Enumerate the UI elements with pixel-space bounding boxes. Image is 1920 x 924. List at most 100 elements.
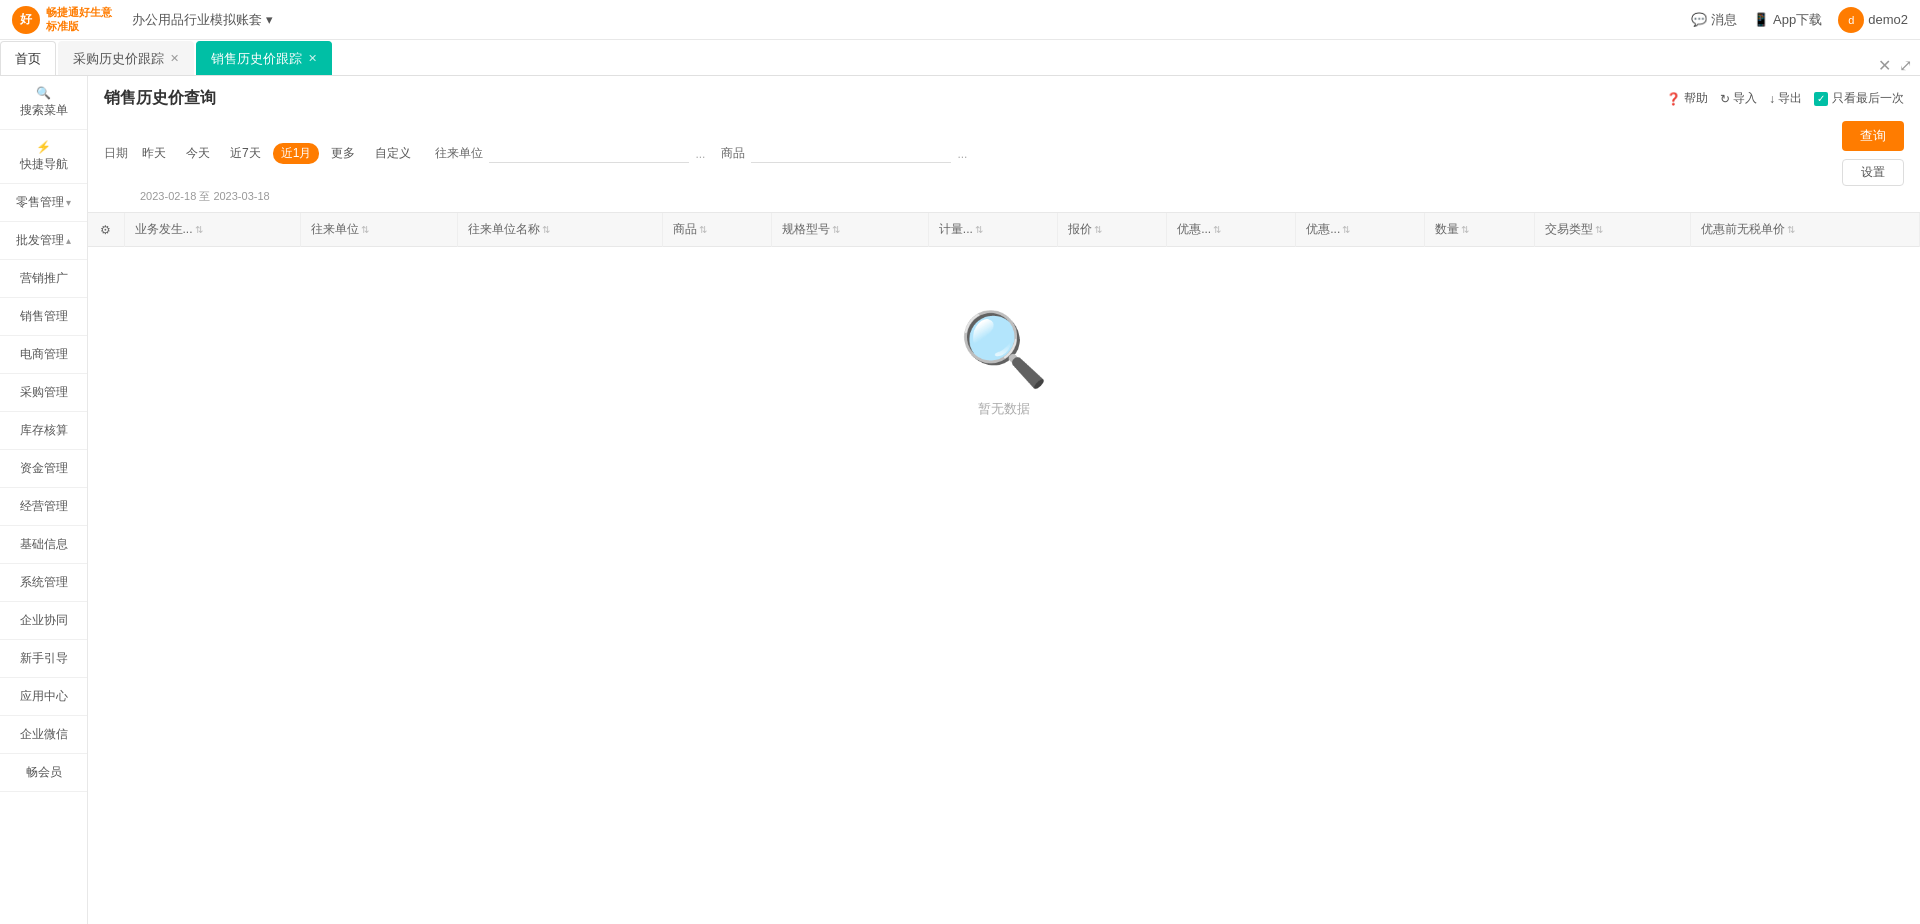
sidebar-item-retail[interactable]: 零售管理 ▾ [0, 184, 87, 222]
partner-picker-btn[interactable]: ... [695, 147, 705, 161]
import-btn[interactable]: ↻ 导入 [1720, 90, 1757, 107]
sidebar-item-guide[interactable]: 新手引导 [0, 640, 87, 678]
tab-sales-close-icon[interactable]: ✕ [308, 52, 317, 65]
th-biz-date[interactable]: 业务发生... ⇅ [124, 213, 301, 247]
sort-icon: ⇅ [1342, 224, 1350, 235]
th-quote[interactable]: 报价 ⇅ [1057, 213, 1166, 247]
th-no-tax-price[interactable]: 优惠前无税单价 ⇅ [1691, 213, 1920, 247]
sort-icon: ⇅ [975, 224, 983, 235]
chevron-down-icon: ▾ [266, 12, 273, 27]
sidebar-item-member[interactable]: 畅会员 [0, 754, 87, 792]
date-chips: 昨天 今天 近7天 近1月 更多 自定义 [134, 143, 419, 164]
main: 🔍 搜索菜单 ⚡ 快捷导航 零售管理 ▾ 批发管理 ▴ 营销推广 销售管理 电商… [0, 76, 1920, 924]
user-menu-btn[interactable]: d demo2 [1838, 7, 1908, 33]
maximize-btn[interactable]: ⤢ [1899, 56, 1912, 75]
page-actions: ❓ 帮助 ↻ 导入 ↓ 导出 ✓ 只看最后一次 [1666, 90, 1904, 107]
goods-picker-btn[interactable]: ... [957, 147, 967, 161]
workspace-select[interactable]: 办公用品行业模拟账套 ▾ [132, 11, 273, 29]
sidebar-item-cooperation[interactable]: 企业协同 [0, 602, 87, 640]
sort-icon: ⇅ [1094, 224, 1102, 235]
sidebar-item-marketing[interactable]: 营销推广 [0, 260, 87, 298]
sidebar-item-system[interactable]: 系统管理 [0, 564, 87, 602]
date-chip-more[interactable]: 更多 [323, 143, 363, 164]
table-header-row: ⚙ 业务发生... ⇅ 往来单位 ⇅ [88, 213, 1920, 247]
search-icon: 🔍 [36, 86, 51, 100]
sidebar-item-finance[interactable]: 资金管理 [0, 450, 87, 488]
sort-icon: ⇅ [1213, 224, 1221, 235]
date-chip-7days[interactable]: 近7天 [222, 143, 269, 164]
sidebar-item-basic[interactable]: 基础信息 [0, 526, 87, 564]
help-btn[interactable]: ❓ 帮助 [1666, 90, 1708, 107]
topbar-right: 💬 消息 📱 App下载 d demo2 [1691, 7, 1908, 33]
th-unit[interactable]: 计量... ⇅ [928, 213, 1057, 247]
workspace-label: 办公用品行业模拟账套 [132, 11, 262, 29]
topbar-left: 好 畅捷通好生意 标准版 [12, 6, 112, 34]
empty-text: 暂无数据 [978, 400, 1030, 418]
sort-icon: ⇅ [1787, 224, 1795, 235]
goods-label: 商品 [721, 145, 745, 162]
tab-purchase-close-icon[interactable]: ✕ [170, 52, 179, 65]
date-chip-1month[interactable]: 近1月 [273, 143, 320, 164]
data-table: ⚙ 业务发生... ⇅ 往来单位 ⇅ [88, 213, 1920, 247]
date-range-display: 2023-02-18 至 2023-03-18 [140, 190, 270, 202]
sort-icon: ⇅ [1595, 224, 1603, 235]
app-download-btn[interactable]: 📱 App下载 [1753, 11, 1822, 29]
date-chip-today[interactable]: 今天 [178, 143, 218, 164]
sidebar-item-ecommerce[interactable]: 电商管理 [0, 336, 87, 374]
th-trade-type[interactable]: 交易类型 ⇅ [1534, 213, 1691, 247]
filter-row: 日期 昨天 今天 近7天 近1月 更多 自定义 往来单位 ... [104, 121, 1904, 186]
help-icon: ❓ [1666, 92, 1681, 106]
export-btn[interactable]: ↓ 导出 [1769, 90, 1802, 107]
close-tab-btn[interactable]: ✕ [1878, 56, 1891, 75]
phone-icon: 📱 [1753, 12, 1769, 27]
sort-icon: ⇅ [1461, 224, 1469, 235]
date-chip-custom[interactable]: 自定义 [367, 143, 419, 164]
logo-area: 好 畅捷通好生意 标准版 [12, 6, 112, 34]
sidebar-item-wechat[interactable]: 企业微信 [0, 716, 87, 754]
page-title-row: 销售历史价查询 ❓ 帮助 ↻ 导入 ↓ 导出 ✓ [104, 88, 1904, 109]
tab-purchase-history[interactable]: 采购历史价跟踪 ✕ [58, 41, 194, 75]
message-icon: 💬 [1691, 12, 1707, 27]
chevron-up-icon: ▴ [66, 235, 71, 246]
message-btn[interactable]: 💬 消息 [1691, 11, 1737, 29]
th-quantity[interactable]: 数量 ⇅ [1425, 213, 1534, 247]
tab-home[interactable]: 首页 [0, 41, 56, 75]
sidebar-item-shortcuts[interactable]: ⚡ 快捷导航 [0, 130, 87, 184]
sidebar-item-wholesale[interactable]: 批发管理 ▴ [0, 222, 87, 260]
th-spec[interactable]: 规格型号 ⇅ [771, 213, 928, 247]
settings-button[interactable]: 设置 [1842, 159, 1904, 186]
shortcuts-icon: ⚡ [36, 140, 51, 154]
th-settings[interactable]: ⚙ [88, 213, 124, 247]
topbar-center: 办公用品行业模拟账套 ▾ [112, 11, 1691, 29]
sidebar-item-search[interactable]: 🔍 搜索菜单 [0, 76, 87, 130]
empty-illustration: 🔍 [959, 307, 1049, 392]
date-chip-yesterday[interactable]: 昨天 [134, 143, 174, 164]
partner-label: 往来单位 [435, 145, 483, 162]
sidebar-item-sales[interactable]: 销售管理 [0, 298, 87, 336]
date-filter: 日期 昨天 今天 近7天 近1月 更多 自定义 [104, 143, 419, 164]
partner-input[interactable] [489, 144, 689, 163]
th-partner-code[interactable]: 往来单位 ⇅ [301, 213, 458, 247]
only-last-checkbox[interactable]: ✓ 只看最后一次 [1814, 90, 1904, 107]
sidebar-item-inventory[interactable]: 库存核算 [0, 412, 87, 450]
page-title: 销售历史价查询 [104, 88, 216, 109]
query-button[interactable]: 查询 [1842, 121, 1904, 151]
topbar: 好 畅捷通好生意 标准版 办公用品行业模拟账套 ▾ 💬 消息 📱 App下载 d… [0, 0, 1920, 40]
sidebar: 🔍 搜索菜单 ⚡ 快捷导航 零售管理 ▾ 批发管理 ▴ 营销推广 销售管理 电商… [0, 76, 88, 924]
date-label: 日期 [104, 145, 128, 162]
sidebar-item-app-center[interactable]: 应用中心 [0, 678, 87, 716]
goods-input[interactable] [751, 144, 951, 163]
goods-filter: 商品 ... [721, 144, 967, 163]
sidebar-item-purchase[interactable]: 采购管理 [0, 374, 87, 412]
th-discount2[interactable]: 优惠... ⇅ [1296, 213, 1425, 247]
tabbar: 首页 采购历史价跟踪 ✕ 销售历史价跟踪 ✕ ✕ ⤢ [0, 40, 1920, 76]
th-discount1[interactable]: 优惠... ⇅ [1167, 213, 1296, 247]
tabbar-actions: ✕ ⤢ [1878, 56, 1920, 75]
sort-icon: ⇅ [542, 224, 550, 235]
gear-icon[interactable]: ⚙ [100, 223, 111, 237]
tab-sales-history[interactable]: 销售历史价跟踪 ✕ [196, 41, 332, 75]
th-partner-name[interactable]: 往来单位名称 ⇅ [458, 213, 663, 247]
sidebar-item-operation[interactable]: 经营管理 [0, 488, 87, 526]
logo-text: 畅捷通好生意 标准版 [46, 6, 112, 32]
th-goods[interactable]: 商品 ⇅ [662, 213, 771, 247]
